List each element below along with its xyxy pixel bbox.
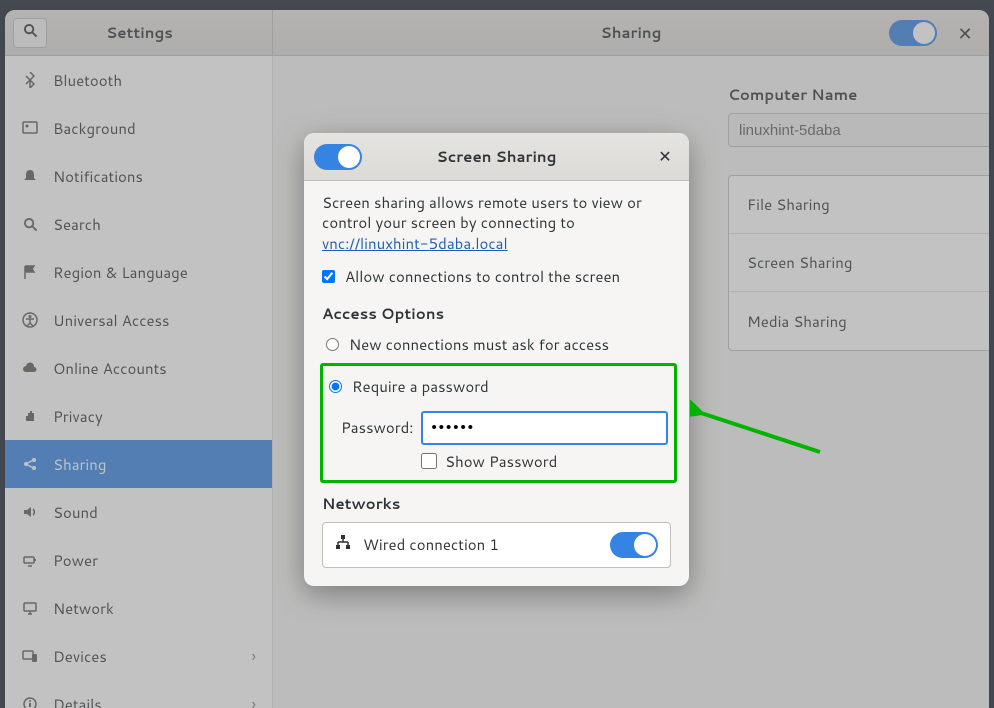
allow-control-checkbox[interactable] [322, 270, 335, 283]
sidebar-item-sound[interactable]: Sound [5, 488, 272, 536]
sidebar-item-network[interactable]: Network [5, 584, 272, 632]
sidebar-item-label: Devices [53, 646, 107, 667]
highlight-annotation: Require a password Password: Show Passwo… [320, 363, 677, 483]
sharing-row-label: Screen Sharing [747, 252, 852, 273]
sharing-options-list: File Sharing OffScreen Sharing ActiveMed… [728, 175, 989, 351]
radio-password-label: Require a password [352, 376, 489, 397]
search-button[interactable] [13, 18, 47, 48]
sidebar-item-sharing[interactable]: Sharing [5, 440, 272, 488]
screen-sharing-toggle[interactable] [314, 144, 362, 170]
screen-sharing-dialog: Screen Sharing ✕ Screen sharing allows r… [304, 133, 689, 586]
hand-icon [21, 407, 39, 425]
allow-control-row[interactable]: Allow connections to control the screen [322, 260, 671, 293]
chevron-right-icon: › [252, 645, 256, 668]
background-icon [21, 119, 39, 137]
password-input[interactable] [421, 411, 668, 445]
sidebar-item-label: Search [53, 214, 101, 235]
sharing-master-toggle[interactable] [889, 20, 937, 46]
sidebar-item-background[interactable]: Background [5, 104, 272, 152]
page-title: Sharing [273, 22, 989, 43]
network-icon [21, 599, 39, 617]
sidebar-item-privacy[interactable]: Privacy [5, 392, 272, 440]
sharing-row-file-sharing[interactable]: File Sharing Off [729, 176, 989, 234]
show-password-label: Show Password [445, 451, 557, 472]
power-icon [21, 551, 39, 569]
bluetooth-icon [21, 71, 39, 89]
app-title: Settings [47, 22, 272, 43]
vnc-link[interactable]: vnc://linuxhint-5daba.local [322, 233, 508, 254]
computer-name-input[interactable] [728, 113, 989, 147]
radio-ask-row[interactable]: New connections must ask for access [326, 328, 671, 361]
share-icon [21, 455, 39, 473]
show-password-row[interactable]: Show Password [421, 451, 668, 472]
access-options-heading: Access Options [322, 303, 671, 324]
sidebar-item-devices[interactable]: Devices › [5, 632, 272, 680]
sidebar-item-region-language[interactable]: Region & Language [5, 248, 272, 296]
sidebar-item-label: Online Accounts [53, 358, 167, 379]
sharing-row-label: Media Sharing [747, 311, 847, 332]
networks-heading: Networks [322, 493, 671, 514]
sidebar-item-label: Sound [53, 502, 98, 523]
computer-name-label: Computer Name [728, 84, 989, 105]
sidebar-item-label: Universal Access [53, 310, 170, 331]
radio-ask-access[interactable] [326, 338, 339, 351]
sidebar-item-label: Power [53, 550, 98, 571]
sidebar-item-online-accounts[interactable]: Online Accounts [5, 344, 272, 392]
sharing-row-screen-sharing[interactable]: Screen Sharing Active [729, 234, 989, 292]
sidebar-item-label: Sharing [53, 454, 106, 475]
password-label: Password: [341, 417, 413, 438]
sidebar-item-label: Notifications [53, 166, 143, 187]
sidebar-item-details[interactable]: Details › [5, 680, 272, 708]
sidebar-item-label: Region & Language [53, 262, 188, 283]
network-toggle[interactable] [610, 532, 658, 558]
dialog-close-button[interactable]: ✕ [651, 143, 679, 171]
dialog-description: Screen sharing allows remote users to vi… [322, 193, 671, 254]
sidebar-item-search[interactable]: Search [5, 200, 272, 248]
search-icon [23, 22, 38, 43]
details-icon [21, 695, 39, 708]
allow-control-label: Allow connections to control the screen [345, 266, 620, 287]
sidebar-item-label: Details [53, 694, 102, 708]
sharing-row-media-sharing[interactable]: Media Sharing Off [729, 292, 989, 350]
devices-icon [21, 647, 39, 665]
radio-require-password[interactable] [329, 380, 342, 393]
radio-password-row[interactable]: Require a password [329, 370, 668, 403]
bell-icon [21, 167, 39, 185]
network-row: Wired connection 1 [322, 522, 671, 568]
sidebar-item-universal-access[interactable]: Universal Access [5, 296, 272, 344]
sidebar-item-label: Privacy [53, 406, 103, 427]
wired-network-icon [335, 534, 351, 555]
sidebar-item-label: Background [53, 118, 136, 139]
flag-icon [21, 263, 39, 281]
chevron-right-icon: › [252, 693, 256, 708]
speaker-icon [21, 503, 39, 521]
radio-ask-label: New connections must ask for access [349, 334, 609, 355]
cloud-icon [21, 359, 39, 377]
sharing-row-label: File Sharing [747, 194, 830, 215]
network-name: Wired connection 1 [363, 534, 499, 555]
sidebar: Bluetooth Background Notifications Searc… [5, 56, 273, 708]
close-icon: ✕ [658, 145, 671, 168]
sidebar-item-label: Network [53, 598, 114, 619]
show-password-checkbox[interactable] [421, 453, 437, 469]
sidebar-item-power[interactable]: Power [5, 536, 272, 584]
sidebar-item-bluetooth[interactable]: Bluetooth [5, 56, 272, 104]
search-icon [21, 215, 39, 233]
sidebar-item-label: Bluetooth [53, 70, 122, 91]
sidebar-item-notifications[interactable]: Notifications [5, 152, 272, 200]
universal-icon [21, 311, 39, 329]
